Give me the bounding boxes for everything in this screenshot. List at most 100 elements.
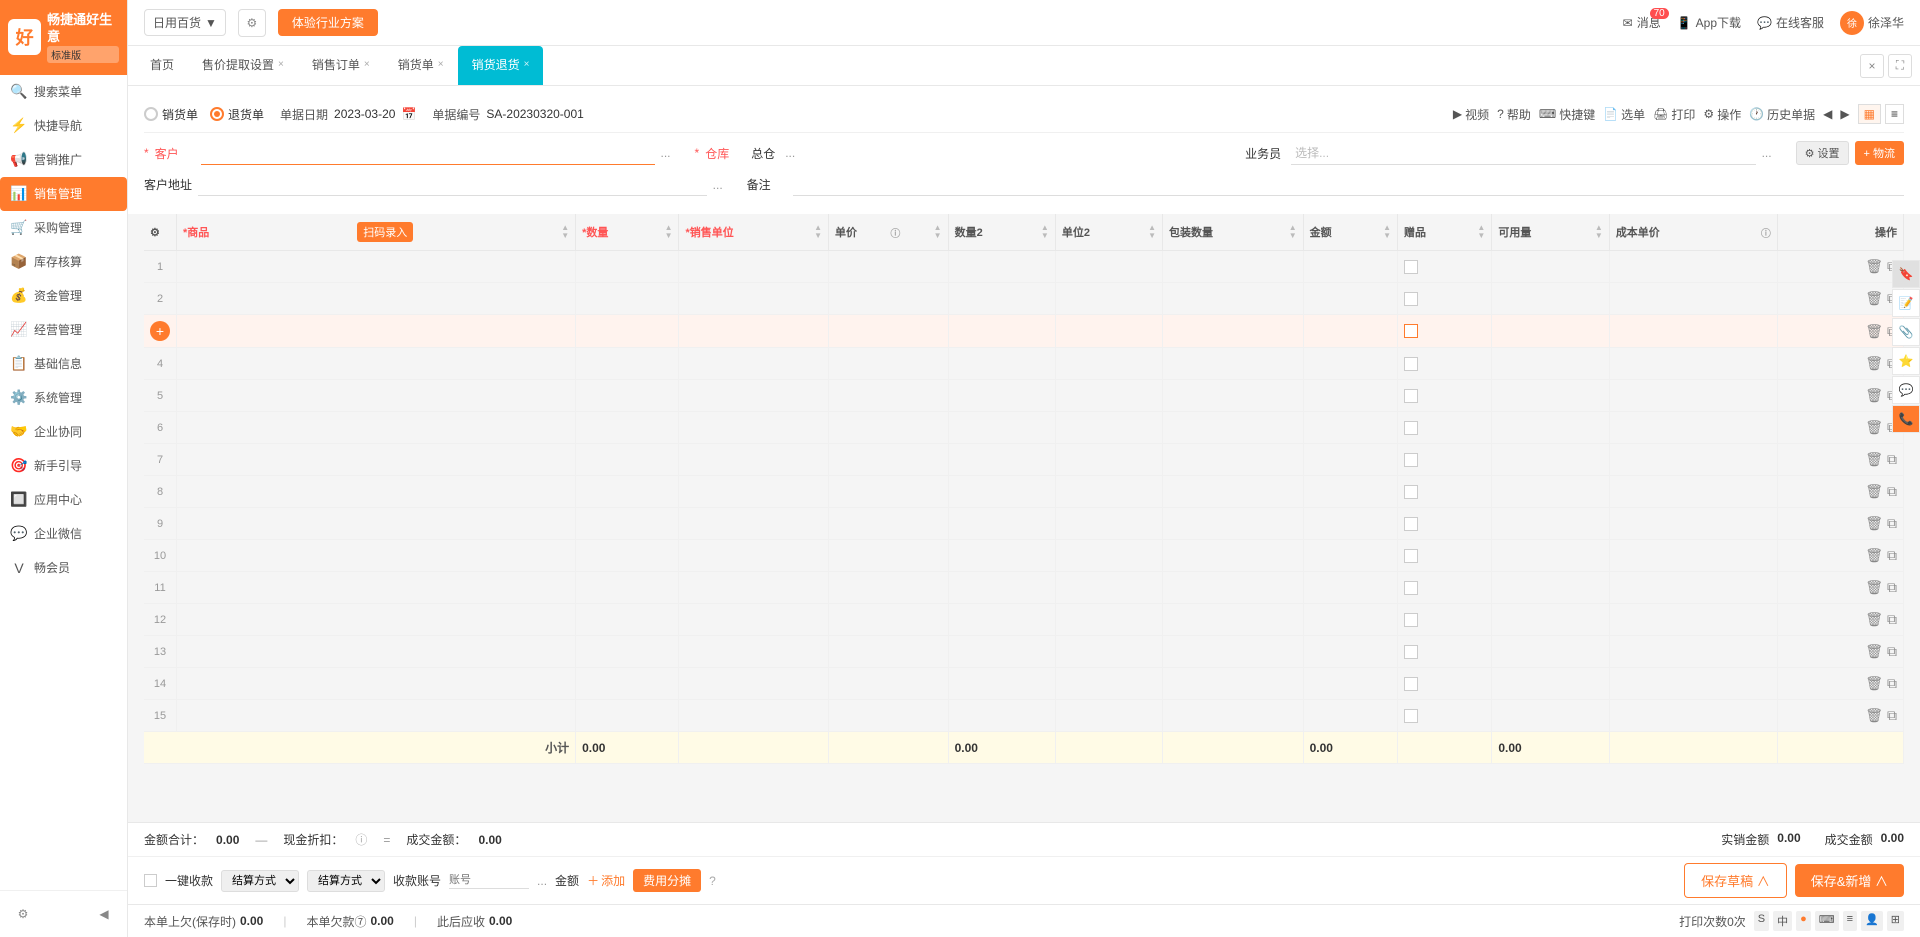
qty2-cell-active[interactable]: [948, 315, 1055, 348]
available-cell[interactable]: [1492, 412, 1609, 444]
sidebar-item-basic[interactable]: 📋 基础信息: [0, 347, 127, 381]
amount-cell[interactable]: [1303, 283, 1397, 315]
record-btn[interactable]: ●: [1796, 911, 1811, 931]
operate-btn[interactable]: ⚙ 操作: [1703, 106, 1741, 123]
cost-cell[interactable]: [1609, 476, 1777, 508]
available-cell[interactable]: [1492, 380, 1609, 412]
available-cell[interactable]: [1492, 604, 1609, 636]
unit2-cell[interactable]: [1055, 444, 1162, 476]
available-cell[interactable]: [1492, 251, 1609, 283]
qty-cell[interactable]: [576, 380, 679, 412]
staff-input[interactable]: [1291, 142, 1756, 165]
pkgqty-cell[interactable]: [1163, 444, 1304, 476]
delete-row-btn[interactable]: 🗑: [1865, 515, 1883, 532]
gift-cell[interactable]: [1397, 668, 1491, 700]
next-btn[interactable]: ▶: [1840, 107, 1849, 121]
gift-cell[interactable]: [1397, 700, 1491, 732]
logistics-btn[interactable]: + 物流: [1855, 141, 1904, 165]
product-cell[interactable]: [177, 604, 576, 636]
gift-checkbox[interactable]: [1404, 421, 1418, 435]
available-cell-active[interactable]: [1492, 315, 1609, 348]
gift-cell-active[interactable]: [1397, 315, 1491, 348]
cost-cell[interactable]: [1609, 636, 1777, 668]
address-dots[interactable]: ...: [713, 178, 723, 192]
amount-cell[interactable]: [1303, 572, 1397, 604]
price-cell[interactable]: [829, 508, 949, 540]
gift-cell[interactable]: [1397, 283, 1491, 315]
sidebar-item-system[interactable]: ⚙️ 系统管理: [0, 381, 127, 415]
gift-cell[interactable]: [1397, 572, 1491, 604]
copy-row-btn[interactable]: ⧉: [1887, 643, 1897, 660]
sidebar-item-wechat[interactable]: 💬 企业微信: [0, 517, 127, 551]
video-btn[interactable]: ▶ 视频: [1453, 106, 1489, 123]
collapse-icon[interactable]: ◀: [89, 899, 119, 929]
account-dots[interactable]: ...: [537, 874, 547, 888]
th-gear[interactable]: ⚙: [144, 214, 177, 251]
product-cell[interactable]: [177, 412, 576, 444]
product-cell[interactable]: [177, 572, 576, 604]
unit-cell[interactable]: [679, 540, 829, 572]
price-cell-active[interactable]: [829, 315, 949, 348]
pkgqty-cell[interactable]: [1163, 540, 1304, 572]
unit-cell[interactable]: [679, 380, 829, 412]
qty-cell[interactable]: [576, 700, 679, 732]
unit2-cell[interactable]: [1055, 476, 1162, 508]
unit-cell-active[interactable]: [679, 315, 829, 348]
cost-cell[interactable]: [1609, 444, 1777, 476]
person-btn[interactable]: 👤: [1861, 911, 1883, 931]
copy-row-btn[interactable]: ⧉: [1887, 515, 1897, 532]
delete-row-btn[interactable]: 🗑: [1865, 419, 1883, 436]
qty-cell[interactable]: [576, 668, 679, 700]
gift-checkbox[interactable]: [1404, 549, 1418, 563]
sidebar-item-sales[interactable]: 📊 销售管理: [0, 177, 127, 211]
product-cell[interactable]: [177, 283, 576, 315]
pkgqty-cell[interactable]: [1163, 508, 1304, 540]
price-cell[interactable]: [829, 283, 949, 315]
product-cell[interactable]: [177, 668, 576, 700]
right-attach-btn[interactable]: 📎: [1892, 318, 1920, 346]
copy-row-btn[interactable]: ⧉: [1887, 451, 1897, 468]
fee-help-icon[interactable]: ?: [709, 874, 716, 888]
amount-cell[interactable]: [1303, 700, 1397, 732]
tab-return[interactable]: 销货退货 ×: [458, 46, 544, 85]
pkgqty-cell[interactable]: [1163, 668, 1304, 700]
unit-cell[interactable]: [679, 444, 829, 476]
keyboard-btn[interactable]: ⌨: [1815, 911, 1839, 931]
gift-checkbox[interactable]: [1404, 292, 1418, 306]
settings-btn[interactable]: ⚙ 设置: [1796, 141, 1849, 165]
cost-cell[interactable]: [1609, 283, 1777, 315]
delete-row-btn[interactable]: 🗑: [1865, 451, 1883, 468]
sidebar-item-enterprise[interactable]: 🤝 企业协同: [0, 415, 127, 449]
sidebar-item-operations[interactable]: 📈 经营管理: [0, 313, 127, 347]
gift-cell[interactable]: [1397, 444, 1491, 476]
amount-cell[interactable]: [1303, 348, 1397, 380]
list-view-btn[interactable]: ≡: [1885, 104, 1904, 124]
qty-cell[interactable]: [576, 604, 679, 636]
gift-cell[interactable]: [1397, 508, 1491, 540]
tab-return-close[interactable]: ×: [524, 59, 530, 70]
cost-cell[interactable]: [1609, 668, 1777, 700]
available-cell[interactable]: [1492, 668, 1609, 700]
amount-cell[interactable]: [1303, 380, 1397, 412]
delete-row-btn[interactable]: 🗑: [1865, 355, 1883, 372]
pkgqty-cell[interactable]: [1163, 380, 1304, 412]
amount-cell[interactable]: [1303, 668, 1397, 700]
cost-cell[interactable]: [1609, 604, 1777, 636]
experience-btn[interactable]: 体验行业方案: [278, 9, 378, 36]
unit-cell[interactable]: [679, 348, 829, 380]
right-phone-btn[interactable]: 📞: [1892, 405, 1920, 433]
settle-select[interactable]: 结算方式: [221, 870, 299, 892]
product-cell[interactable]: [177, 476, 576, 508]
delete-row-btn[interactable]: 🗑: [1865, 258, 1883, 275]
right-chat-btn[interactable]: 💬: [1892, 376, 1920, 404]
gift-checkbox[interactable]: [1404, 581, 1418, 595]
print-btn[interactable]: 🖨 打印: [1653, 106, 1695, 123]
gift-checkbox[interactable]: [1404, 677, 1418, 691]
ime-s-btn[interactable]: S: [1754, 911, 1769, 931]
cost-cell[interactable]: [1609, 380, 1777, 412]
price-cell[interactable]: [829, 604, 949, 636]
unit2-cell[interactable]: [1055, 412, 1162, 444]
qty-cell[interactable]: [576, 540, 679, 572]
select-btn[interactable]: 📄 选单: [1603, 106, 1645, 123]
unit2-cell-active[interactable]: [1055, 315, 1162, 348]
